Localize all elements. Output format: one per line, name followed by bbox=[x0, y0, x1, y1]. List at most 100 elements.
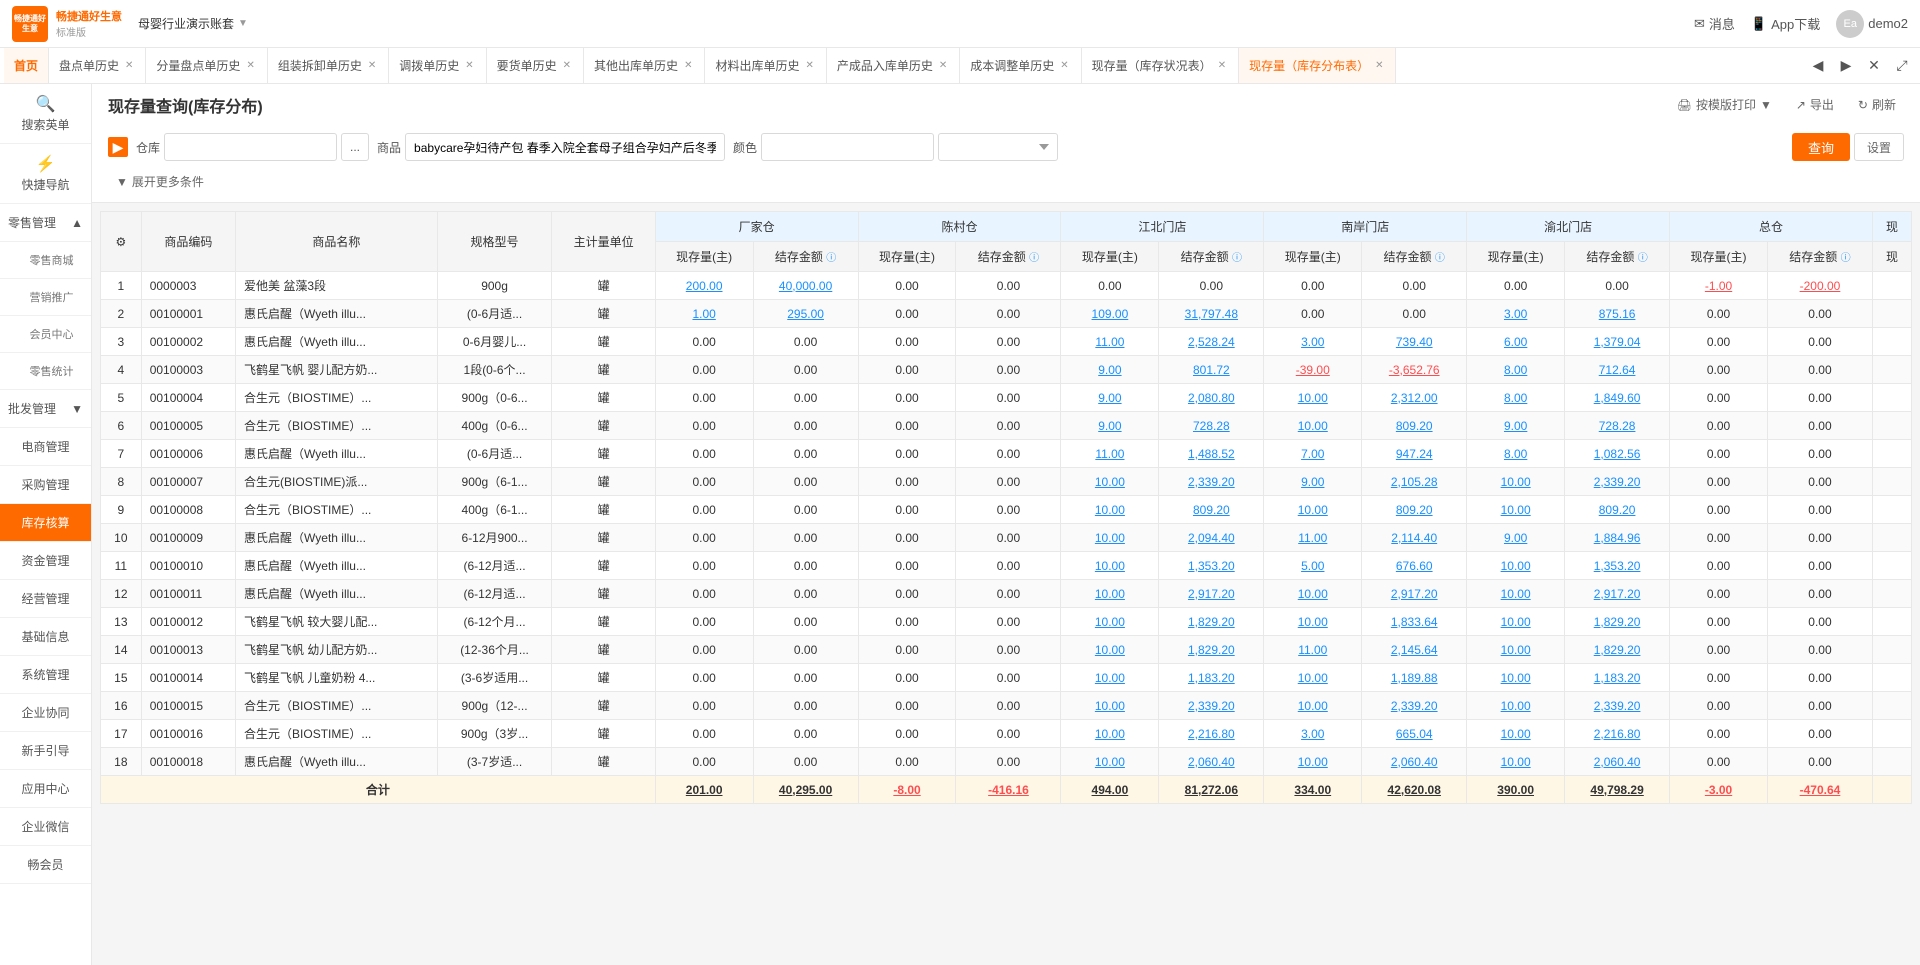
sidebar-item-operation[interactable]: 经营管理 bbox=[0, 580, 91, 618]
footer-chenzhou-qty[interactable]: -8.00 bbox=[858, 776, 956, 804]
row-nanan-qty[interactable]: 10.00 bbox=[1264, 580, 1362, 608]
tab-yaohuo[interactable]: 要货单历史 ✕ bbox=[487, 48, 584, 84]
settings-button[interactable]: 设置 bbox=[1854, 133, 1904, 161]
row-yubei-qty[interactable]: 10.00 bbox=[1467, 552, 1565, 580]
nav-expand-btn[interactable]: ⤢ bbox=[1888, 52, 1916, 80]
query-button[interactable]: 查询 bbox=[1792, 133, 1850, 161]
close-icon[interactable]: ✕ bbox=[1058, 60, 1070, 71]
row-jiangbei-qty[interactable]: 10.00 bbox=[1061, 664, 1159, 692]
row-jiangbei-qty[interactable]: 10.00 bbox=[1061, 608, 1159, 636]
close-icon[interactable]: ✕ bbox=[244, 60, 256, 71]
row-yubei-qty[interactable]: 10.00 bbox=[1467, 692, 1565, 720]
row-jiangbei-qty[interactable]: 10.00 bbox=[1061, 692, 1159, 720]
sidebar-item-vip[interactable]: 畅会员 bbox=[0, 846, 91, 884]
row-yubei-qty[interactable]: 9.00 bbox=[1467, 412, 1565, 440]
row-nanan-qty[interactable]: 10.00 bbox=[1264, 692, 1362, 720]
row-jiangbei-qty[interactable]: 10.00 bbox=[1061, 748, 1159, 776]
tab-cailiaochuku[interactable]: 材料出库单历史 ✕ bbox=[705, 48, 826, 84]
row-nanan-qty[interactable]: 10.00 bbox=[1264, 412, 1362, 440]
tab-home[interactable]: 首页 bbox=[4, 48, 49, 84]
row-jiangbei-qty[interactable]: 9.00 bbox=[1061, 356, 1159, 384]
close-icon[interactable]: ✕ bbox=[682, 60, 694, 71]
row-factory-amt[interactable]: 40,000.00 bbox=[753, 272, 858, 300]
close-icon[interactable]: ✕ bbox=[803, 60, 815, 71]
footer-total-qty[interactable]: -3.00 bbox=[1670, 776, 1768, 804]
tab-xiancunkuang[interactable]: 现存量（库存状况表） ✕ bbox=[1082, 48, 1239, 84]
export-btn[interactable]: ↗ 导出 bbox=[1788, 92, 1842, 117]
sidebar-item-nav[interactable]: ⚡ 快捷导航 bbox=[0, 144, 91, 204]
sidebar-item-wechat[interactable]: 企业微信 bbox=[0, 808, 91, 846]
row-jiangbei-qty[interactable]: 10.00 bbox=[1061, 468, 1159, 496]
row-jiangbei-qty[interactable]: 10.00 bbox=[1061, 636, 1159, 664]
sidebar-item-search[interactable]: 🔍 搜索英单 bbox=[0, 84, 91, 144]
row-jiangbei-qty[interactable]: 10.00 bbox=[1061, 524, 1159, 552]
row-factory-amt[interactable]: 295.00 bbox=[753, 300, 858, 328]
row-nanan-qty[interactable]: 5.00 bbox=[1264, 552, 1362, 580]
sidebar-item-mall[interactable]: 零售商城 bbox=[0, 242, 91, 279]
footer-total-amt[interactable]: -470.64 bbox=[1767, 776, 1872, 804]
tab-diaob[interactable]: 调拨单历史 ✕ bbox=[389, 48, 486, 84]
row-nanan-qty[interactable]: 11.00 bbox=[1264, 524, 1362, 552]
row-yubei-qty[interactable]: 9.00 bbox=[1467, 524, 1565, 552]
row-nanan-qty[interactable]: 10.00 bbox=[1264, 608, 1362, 636]
close-icon[interactable]: ✕ bbox=[1216, 60, 1228, 71]
sidebar-item-marketing[interactable]: 营销推广 bbox=[0, 279, 91, 316]
refresh-btn[interactable]: ↻ 刷新 bbox=[1850, 92, 1904, 117]
user-info[interactable]: Ea demo2 bbox=[1836, 10, 1908, 38]
sidebar-item-ecom[interactable]: 电商管理 bbox=[0, 428, 91, 466]
row-jiangbei-qty[interactable]: 11.00 bbox=[1061, 328, 1159, 356]
sidebar-item-finance[interactable]: 资金管理 bbox=[0, 542, 91, 580]
print-btn[interactable]: 🖨 按模版打印 ▼ bbox=[1669, 92, 1780, 117]
row-jiangbei-qty[interactable]: 10.00 bbox=[1061, 496, 1159, 524]
row-nanan-qty[interactable]: 10.00 bbox=[1264, 496, 1362, 524]
nav-close-btn[interactable]: ✕ bbox=[1860, 52, 1888, 80]
row-nanan-qty[interactable]: 3.00 bbox=[1264, 720, 1362, 748]
row-yubei-qty[interactable]: 10.00 bbox=[1467, 748, 1565, 776]
row-factory-qty[interactable]: 1.00 bbox=[655, 300, 753, 328]
footer-nanan-amt[interactable]: 42,620.08 bbox=[1362, 776, 1467, 804]
color-select[interactable] bbox=[938, 133, 1058, 161]
close-icon[interactable]: ✕ bbox=[1373, 60, 1385, 71]
row-yubei-qty[interactable]: 6.00 bbox=[1467, 328, 1565, 356]
row-yubei-qty[interactable]: 10.00 bbox=[1467, 664, 1565, 692]
row-jiangbei-qty[interactable]: 9.00 bbox=[1061, 384, 1159, 412]
color-input[interactable] bbox=[761, 133, 934, 161]
row-nanan-qty[interactable]: 3.00 bbox=[1264, 328, 1362, 356]
col-settings[interactable]: ⚙ bbox=[101, 212, 142, 272]
row-jiangbei-qty[interactable]: 10.00 bbox=[1061, 552, 1159, 580]
footer-factory-qty[interactable]: 201.00 bbox=[655, 776, 753, 804]
tab-chenben[interactable]: 成本调整单历史 ✕ bbox=[960, 48, 1081, 84]
sidebar-item-wholesale[interactable]: 批发管理 ▼ bbox=[0, 390, 91, 428]
row-nanan-qty[interactable]: 9.00 bbox=[1264, 468, 1362, 496]
footer-chenzhou-amt[interactable]: -416.16 bbox=[956, 776, 1061, 804]
row-yubei-qty[interactable]: 10.00 bbox=[1467, 580, 1565, 608]
sidebar-item-purchase[interactable]: 采购管理 bbox=[0, 466, 91, 504]
product-input[interactable] bbox=[405, 133, 725, 161]
close-icon[interactable]: ✕ bbox=[937, 60, 949, 71]
tab-xiancunfenbu[interactable]: 现存量（库存分布表） ✕ bbox=[1239, 48, 1396, 84]
app-download-btn[interactable]: 📱 App下载 bbox=[1751, 14, 1820, 33]
sidebar-item-appcenter[interactable]: 应用中心 bbox=[0, 770, 91, 808]
account-dropdown[interactable]: 母婴行业演示账套 ▼ bbox=[138, 15, 248, 32]
row-jiangbei-qty[interactable]: 9.00 bbox=[1061, 412, 1159, 440]
sidebar-item-collab[interactable]: 企业协同 bbox=[0, 694, 91, 732]
row-nanan-qty[interactable]: 11.00 bbox=[1264, 636, 1362, 664]
close-icon[interactable]: ✕ bbox=[123, 60, 135, 71]
footer-jiangbei-amt[interactable]: 81,272.06 bbox=[1159, 776, 1264, 804]
row-yubei-qty[interactable]: 8.00 bbox=[1467, 356, 1565, 384]
sidebar-item-member[interactable]: 会员中心 bbox=[0, 316, 91, 353]
row-yubei-qty[interactable]: 10.00 bbox=[1467, 468, 1565, 496]
row-nanan-qty[interactable]: 7.00 bbox=[1264, 440, 1362, 468]
footer-yubei-qty[interactable]: 390.00 bbox=[1467, 776, 1565, 804]
sidebar-item-system[interactable]: 系统管理 bbox=[0, 656, 91, 694]
row-yubei-qty[interactable]: 8.00 bbox=[1467, 384, 1565, 412]
expand-conditions-btn[interactable]: ▼ 展开更多条件 bbox=[108, 169, 212, 194]
row-jiangbei-qty[interactable]: 109.00 bbox=[1061, 300, 1159, 328]
nav-prev-btn[interactable]: ◀ bbox=[1804, 52, 1832, 80]
tab-zuzhuang[interactable]: 组装拆卸单历史 ✕ bbox=[268, 48, 389, 84]
tab-qitachuku[interactable]: 其他出库单历史 ✕ bbox=[584, 48, 705, 84]
tab-chanchengpin[interactable]: 产成品入库单历史 ✕ bbox=[827, 48, 960, 84]
footer-factory-amt[interactable]: 40,295.00 bbox=[753, 776, 858, 804]
row-jiangbei-qty[interactable]: 10.00 bbox=[1061, 720, 1159, 748]
row-nanan-qty[interactable]: 10.00 bbox=[1264, 664, 1362, 692]
